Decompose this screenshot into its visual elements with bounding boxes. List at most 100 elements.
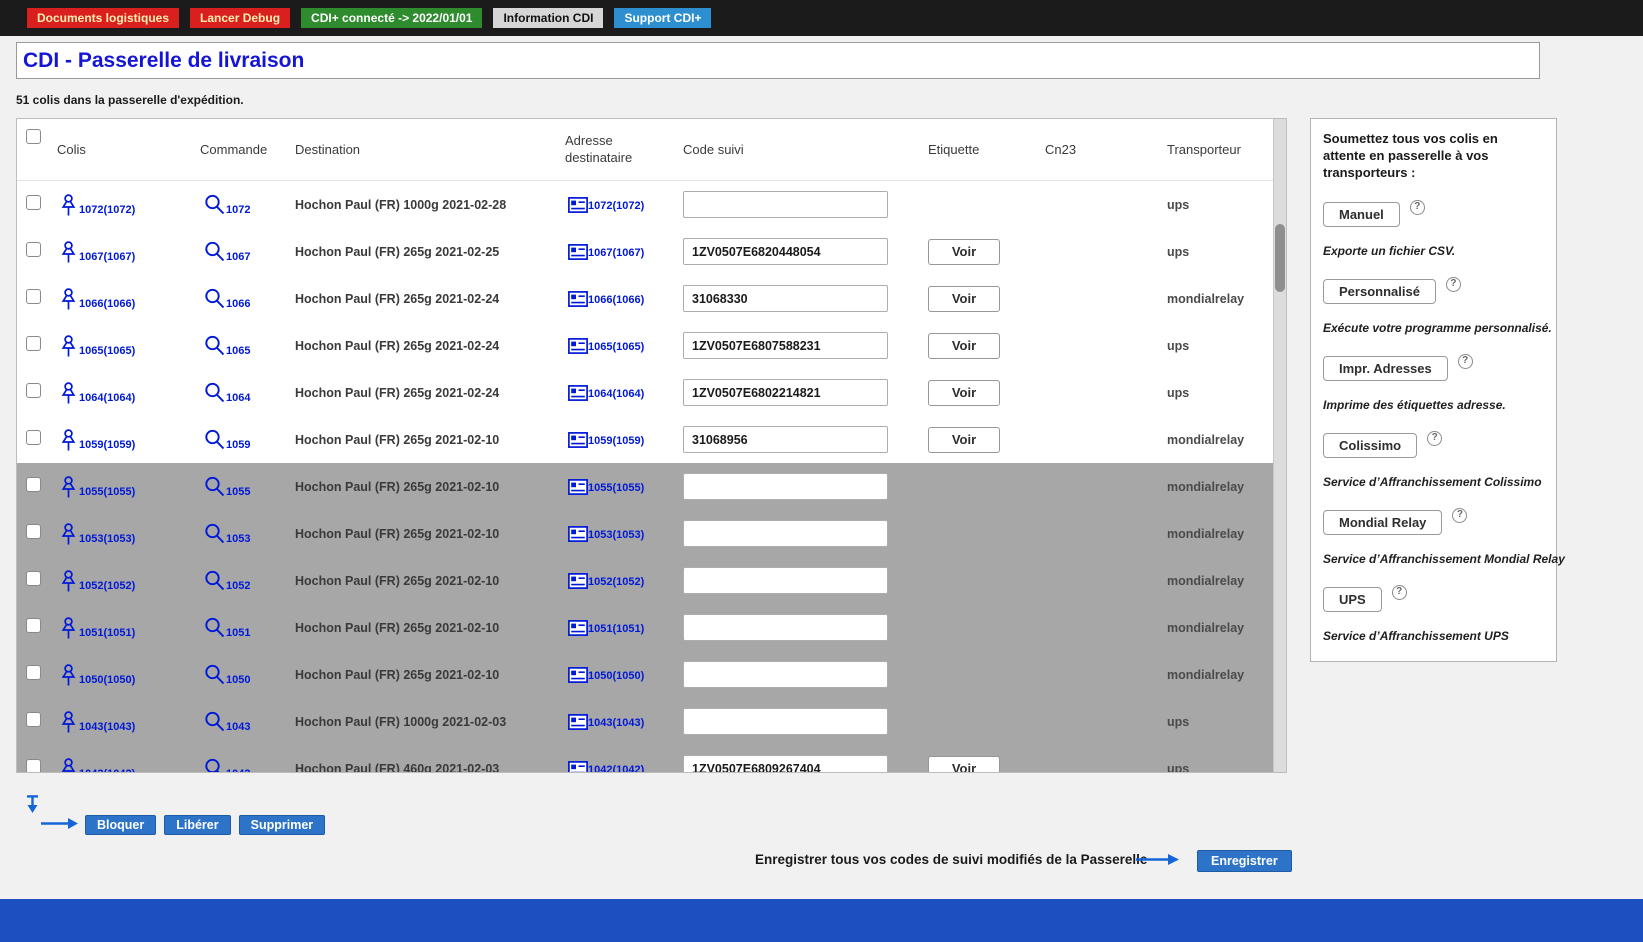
adresse-link[interactable]: 1053(1053)	[565, 525, 683, 542]
colis-link[interactable]: 1055(1055)	[57, 475, 200, 499]
voir-button[interactable]: Voir	[928, 379, 1000, 406]
commande-link[interactable]: 1055	[200, 475, 295, 499]
commande-link[interactable]: 1050	[200, 663, 295, 687]
code-suivi-input[interactable]	[683, 708, 888, 735]
voir-button[interactable]: Voir	[928, 755, 1000, 772]
bulk-button-liberer[interactable]: Libérer	[164, 815, 231, 835]
adresse-link[interactable]: 1059(1059)	[565, 431, 683, 448]
adresse-link[interactable]: 1052(1052)	[565, 572, 683, 589]
row-checkbox[interactable]	[26, 241, 41, 257]
code-suivi-input[interactable]	[683, 755, 888, 772]
submit-button-mondial-relay[interactable]: Mondial Relay	[1323, 510, 1443, 536]
code-suivi-input[interactable]	[683, 191, 888, 218]
topbar-button-lancer-debug[interactable]: Lancer Debug	[190, 8, 291, 28]
help-icon[interactable]: ?	[1457, 354, 1473, 370]
help-icon[interactable]: ?	[1452, 508, 1468, 524]
commande-link[interactable]: 1052	[200, 569, 295, 593]
colis-link[interactable]: 1051(1051)	[57, 616, 200, 640]
commande-link[interactable]: 1053	[200, 522, 295, 546]
bulk-button-bloquer[interactable]: Bloquer	[85, 815, 157, 835]
colis-link[interactable]: 1052(1052)	[57, 569, 200, 593]
adresse-link[interactable]: 1050(1050)	[565, 666, 683, 683]
topbar-button-information-cdi[interactable]: Information CDI	[493, 8, 604, 28]
colis-link[interactable]: 1042(1042)	[57, 757, 200, 772]
voir-button[interactable]: Voir	[928, 285, 1000, 312]
adresse-link[interactable]: 1043(1043)	[565, 713, 683, 730]
row-checkbox-cell	[17, 523, 57, 544]
topbar-button-support-cdi[interactable]: Support CDI+	[614, 8, 712, 28]
code-suivi-input[interactable]	[683, 520, 888, 547]
colis-link[interactable]: 1067(1067)	[57, 240, 200, 264]
help-icon[interactable]: ?	[1427, 431, 1443, 447]
commande-link[interactable]: 1059	[200, 428, 295, 452]
row-checkbox[interactable]	[26, 476, 41, 492]
row-checkbox[interactable]	[26, 382, 41, 398]
submit-button-colissimo[interactable]: Colissimo	[1323, 433, 1418, 459]
code-suivi-input[interactable]	[683, 379, 888, 406]
adresse-link[interactable]: 1066(1066)	[565, 290, 683, 307]
code-suivi-input[interactable]	[683, 426, 888, 453]
adresse-link[interactable]: 1072(1072)	[565, 196, 683, 213]
row-checkbox[interactable]	[26, 523, 41, 539]
commande-link[interactable]: 1051	[200, 616, 295, 640]
row-checkbox[interactable]	[26, 429, 41, 445]
row-checkbox[interactable]	[26, 288, 41, 304]
topbar: Documents logistiques Lancer Debug CDI+ …	[0, 0, 1643, 36]
code-suivi-input[interactable]	[683, 238, 888, 265]
help-icon[interactable]: ?	[1391, 585, 1407, 601]
code-suivi-cell	[683, 567, 928, 594]
adresse-link[interactable]: 1065(1065)	[565, 337, 683, 354]
commande-link[interactable]: 1042	[200, 757, 295, 772]
row-checkbox[interactable]	[26, 335, 41, 351]
submit-button-manuel[interactable]: Manuel	[1323, 202, 1400, 228]
row-checkbox[interactable]	[26, 570, 41, 586]
commande-link[interactable]: 1064	[200, 381, 295, 405]
commande-link[interactable]: 1043	[200, 710, 295, 734]
row-checkbox[interactable]	[26, 758, 41, 772]
submit-button-personnalise[interactable]: Personnalisé	[1323, 279, 1436, 305]
adresse-link[interactable]: 1055(1055)	[565, 478, 683, 495]
select-all-checkbox[interactable]	[26, 129, 41, 144]
code-suivi-input[interactable]	[683, 332, 888, 359]
save-button[interactable]: Enregistrer	[1197, 850, 1292, 872]
colis-link[interactable]: 1053(1053)	[57, 522, 200, 546]
colis-link[interactable]: 1059(1059)	[57, 428, 200, 452]
voir-button[interactable]: Voir	[928, 332, 1000, 359]
row-checkbox[interactable]	[26, 664, 41, 680]
scrollbar-thumb[interactable]	[1275, 224, 1285, 292]
adresse-link[interactable]: 1042(1042)	[565, 760, 683, 772]
carriers-panel: Soumettez tous vos colis en attente en p…	[1310, 118, 1565, 663]
adresse-link[interactable]: 1064(1064)	[565, 384, 683, 401]
code-suivi-input[interactable]	[683, 567, 888, 594]
commande-link[interactable]: 1066	[200, 287, 295, 311]
code-suivi-input[interactable]	[683, 661, 888, 688]
topbar-button-cdi-connecte-2022-01-01[interactable]: CDI+ connecté -> 2022/01/01	[301, 8, 483, 28]
row-checkbox[interactable]	[26, 617, 41, 633]
colis-link[interactable]: 1043(1043)	[57, 710, 200, 734]
voir-button[interactable]: Voir	[928, 426, 1000, 453]
bulk-button-supprimer[interactable]: Supprimer	[238, 815, 326, 835]
commande-link[interactable]: 1067	[200, 240, 295, 264]
help-icon[interactable]: ?	[1409, 200, 1425, 216]
commande-link[interactable]: 1065	[200, 334, 295, 358]
commande-link[interactable]: 1072	[200, 193, 295, 217]
submit-button-ups[interactable]: UPS	[1323, 587, 1382, 613]
table-scrollbar[interactable]	[1273, 119, 1286, 772]
help-icon[interactable]: ?	[1445, 277, 1461, 293]
voir-button[interactable]: Voir	[928, 238, 1000, 265]
adresse-link[interactable]: 1067(1067)	[565, 243, 683, 260]
code-suivi-input[interactable]	[683, 614, 888, 641]
colis-link[interactable]: 1065(1065)	[57, 334, 200, 358]
row-checkbox[interactable]	[26, 711, 41, 727]
colis-link[interactable]: 1064(1064)	[57, 381, 200, 405]
colis-link[interactable]: 1072(1072)	[57, 193, 200, 217]
topbar-button-documents-logistiques[interactable]: Documents logistiques	[27, 8, 180, 28]
code-suivi-input[interactable]	[683, 473, 888, 500]
colis-link[interactable]: 1050(1050)	[57, 663, 200, 687]
colis-link[interactable]: 1066(1066)	[57, 287, 200, 311]
row-checkbox[interactable]	[26, 194, 41, 210]
code-suivi-input[interactable]	[683, 285, 888, 312]
panel-heading: Soumettez tous vos colis en attente en p…	[1323, 131, 1498, 181]
adresse-link[interactable]: 1051(1051)	[565, 619, 683, 636]
submit-button-impr-adresses[interactable]: Impr. Adresses	[1323, 356, 1448, 382]
